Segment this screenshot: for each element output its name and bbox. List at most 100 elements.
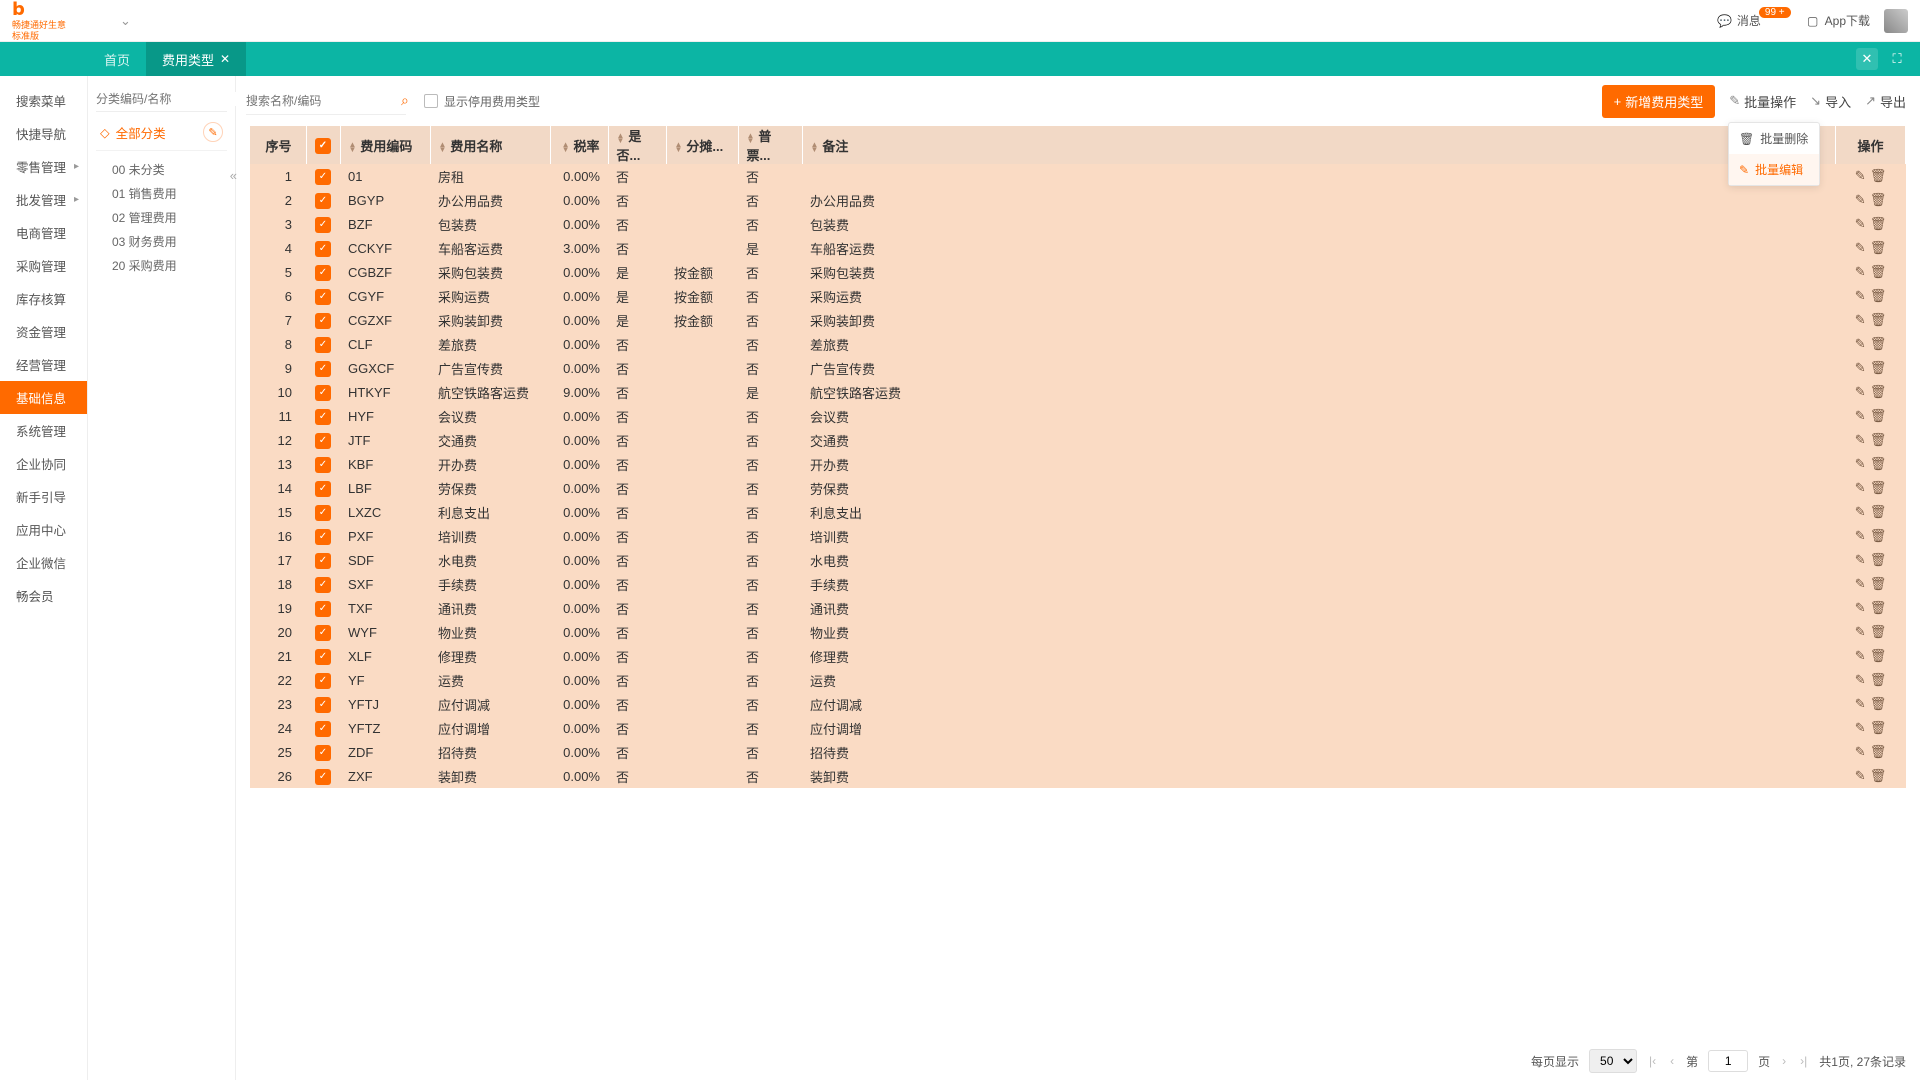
- checkbox-icon[interactable]: ✓: [315, 649, 331, 665]
- checkbox-icon[interactable]: ✓: [315, 361, 331, 377]
- show-disabled-checkbox[interactable]: [424, 94, 438, 108]
- delete-icon[interactable]: 🗑: [1870, 504, 1887, 519]
- edit-icon[interactable]: ✎: [1855, 480, 1866, 495]
- subnav-head[interactable]: ◇ 全部分类 ✎: [96, 112, 227, 151]
- edit-icon[interactable]: ✎: [203, 122, 223, 142]
- edit-icon[interactable]: ✎: [1855, 264, 1866, 279]
- delete-icon[interactable]: 🗑: [1870, 168, 1887, 183]
- sidebar-item[interactable]: 系统管理: [0, 414, 87, 447]
- cell-checkbox[interactable]: ✓: [306, 236, 340, 260]
- delete-icon[interactable]: 🗑: [1870, 240, 1887, 255]
- delete-icon[interactable]: 🗑: [1870, 768, 1887, 783]
- close-all-tabs-button[interactable]: ✕: [1856, 48, 1878, 70]
- subnav-search-input[interactable]: [96, 92, 251, 106]
- delete-icon[interactable]: 🗑: [1870, 576, 1887, 591]
- col-idx[interactable]: 序号: [250, 126, 306, 164]
- batch-delete-item[interactable]: 🗑 批量删除: [1729, 123, 1819, 154]
- delete-icon[interactable]: 🗑: [1870, 552, 1887, 567]
- delete-icon[interactable]: 🗑: [1870, 432, 1887, 447]
- sidebar-item[interactable]: 应用中心: [0, 513, 87, 546]
- edit-icon[interactable]: ✎: [1855, 552, 1866, 567]
- edit-icon[interactable]: ✎: [1855, 216, 1866, 231]
- sidebar-item[interactable]: 快捷导航: [0, 117, 87, 150]
- edit-icon[interactable]: ✎: [1855, 744, 1866, 759]
- checkbox-icon[interactable]: ✓: [315, 289, 331, 305]
- cell-checkbox[interactable]: ✓: [306, 428, 340, 452]
- cell-checkbox[interactable]: ✓: [306, 692, 340, 716]
- cell-checkbox[interactable]: ✓: [306, 404, 340, 428]
- sidebar-item[interactable]: 畅会员: [0, 579, 87, 612]
- checkbox-icon[interactable]: ✓: [315, 673, 331, 689]
- messages-button[interactable]: 💬 消息 99 +: [1717, 12, 1791, 29]
- edit-icon[interactable]: ✎: [1855, 384, 1866, 399]
- checkbox-icon[interactable]: ✓: [315, 313, 331, 329]
- checkbox-icon[interactable]: ✓: [315, 553, 331, 569]
- edit-icon[interactable]: ✎: [1855, 336, 1866, 351]
- checkbox-icon[interactable]: ✓: [315, 433, 331, 449]
- checkbox-icon[interactable]: ✓: [315, 721, 331, 737]
- edit-icon[interactable]: ✎: [1855, 432, 1866, 447]
- checkbox-icon[interactable]: ✓: [315, 769, 331, 785]
- cell-checkbox[interactable]: ✓: [306, 332, 340, 356]
- edit-icon[interactable]: ✎: [1855, 696, 1866, 711]
- content-search-input[interactable]: [246, 88, 401, 114]
- edit-icon[interactable]: ✎: [1855, 624, 1866, 639]
- delete-icon[interactable]: 🗑: [1870, 480, 1887, 495]
- search-icon[interactable]: ⌕: [401, 92, 409, 109]
- checkbox-icon[interactable]: ✓: [315, 529, 331, 545]
- edit-icon[interactable]: ✎: [1855, 288, 1866, 303]
- edit-icon[interactable]: ✎: [1855, 360, 1866, 375]
- checkbox-icon[interactable]: ✓: [315, 217, 331, 233]
- cell-checkbox[interactable]: ✓: [306, 524, 340, 548]
- cell-checkbox[interactable]: ✓: [306, 164, 340, 188]
- cell-checkbox[interactable]: ✓: [306, 716, 340, 740]
- prev-page-button[interactable]: ‹: [1668, 1052, 1676, 1070]
- sidebar-item[interactable]: 电商管理: [0, 216, 87, 249]
- checkbox-icon[interactable]: ✓: [315, 265, 331, 281]
- subnav-item[interactable]: 00 未分类: [96, 157, 227, 181]
- cell-checkbox[interactable]: ✓: [306, 740, 340, 764]
- delete-icon[interactable]: 🗑: [1870, 528, 1887, 543]
- checkbox-icon[interactable]: ✓: [315, 481, 331, 497]
- edit-icon[interactable]: ✎: [1855, 672, 1866, 687]
- sidebar-item[interactable]: 企业微信: [0, 546, 87, 579]
- checkbox-icon[interactable]: ✓: [315, 601, 331, 617]
- checkbox-icon[interactable]: ✓: [315, 169, 331, 185]
- cell-checkbox[interactable]: ✓: [306, 284, 340, 308]
- sidebar-item[interactable]: 基础信息: [0, 381, 87, 414]
- checkbox-icon[interactable]: ✓: [315, 457, 331, 473]
- delete-icon[interactable]: 🗑: [1870, 192, 1887, 207]
- edit-icon[interactable]: ✎: [1855, 168, 1866, 183]
- checkbox-all[interactable]: ✓: [315, 138, 331, 154]
- delete-icon[interactable]: 🗑: [1870, 288, 1887, 303]
- batch-button[interactable]: ✎ 批量操作: [1729, 92, 1796, 111]
- sidebar-item[interactable]: 库存核算: [0, 282, 87, 315]
- delete-icon[interactable]: 🗑: [1870, 720, 1887, 735]
- edit-icon[interactable]: ✎: [1855, 192, 1866, 207]
- checkbox-icon[interactable]: ✓: [315, 385, 331, 401]
- delete-icon[interactable]: 🗑: [1870, 408, 1887, 423]
- org-dropdown[interactable]: ⌄: [112, 9, 139, 33]
- edit-icon[interactable]: ✎: [1855, 528, 1866, 543]
- sidebar-item[interactable]: 搜索菜单: [0, 84, 87, 117]
- avatar[interactable]: [1884, 9, 1908, 33]
- delete-icon[interactable]: 🗑: [1870, 672, 1887, 687]
- cell-checkbox[interactable]: ✓: [306, 668, 340, 692]
- cell-checkbox[interactable]: ✓: [306, 188, 340, 212]
- checkbox-icon[interactable]: ✓: [315, 745, 331, 761]
- col-ticket[interactable]: ▲▼普票...: [738, 126, 802, 164]
- cell-checkbox[interactable]: ✓: [306, 452, 340, 476]
- per-page-select[interactable]: 50: [1589, 1049, 1637, 1073]
- delete-icon[interactable]: 🗑: [1870, 216, 1887, 231]
- edit-icon[interactable]: ✎: [1855, 408, 1866, 423]
- cell-checkbox[interactable]: ✓: [306, 356, 340, 380]
- sidebar-item[interactable]: 零售管理▸: [0, 150, 87, 183]
- checkbox-icon[interactable]: ✓: [315, 337, 331, 353]
- fullscreen-button[interactable]: ⛶: [1886, 48, 1908, 70]
- sidebar-item[interactable]: 采购管理: [0, 249, 87, 282]
- cell-checkbox[interactable]: ✓: [306, 308, 340, 332]
- col-remark[interactable]: ▲▼备注: [802, 126, 1836, 164]
- add-fee-type-button[interactable]: + 新增费用类型: [1602, 85, 1716, 118]
- delete-icon[interactable]: 🗑: [1870, 312, 1887, 327]
- checkbox-icon[interactable]: ✓: [315, 625, 331, 641]
